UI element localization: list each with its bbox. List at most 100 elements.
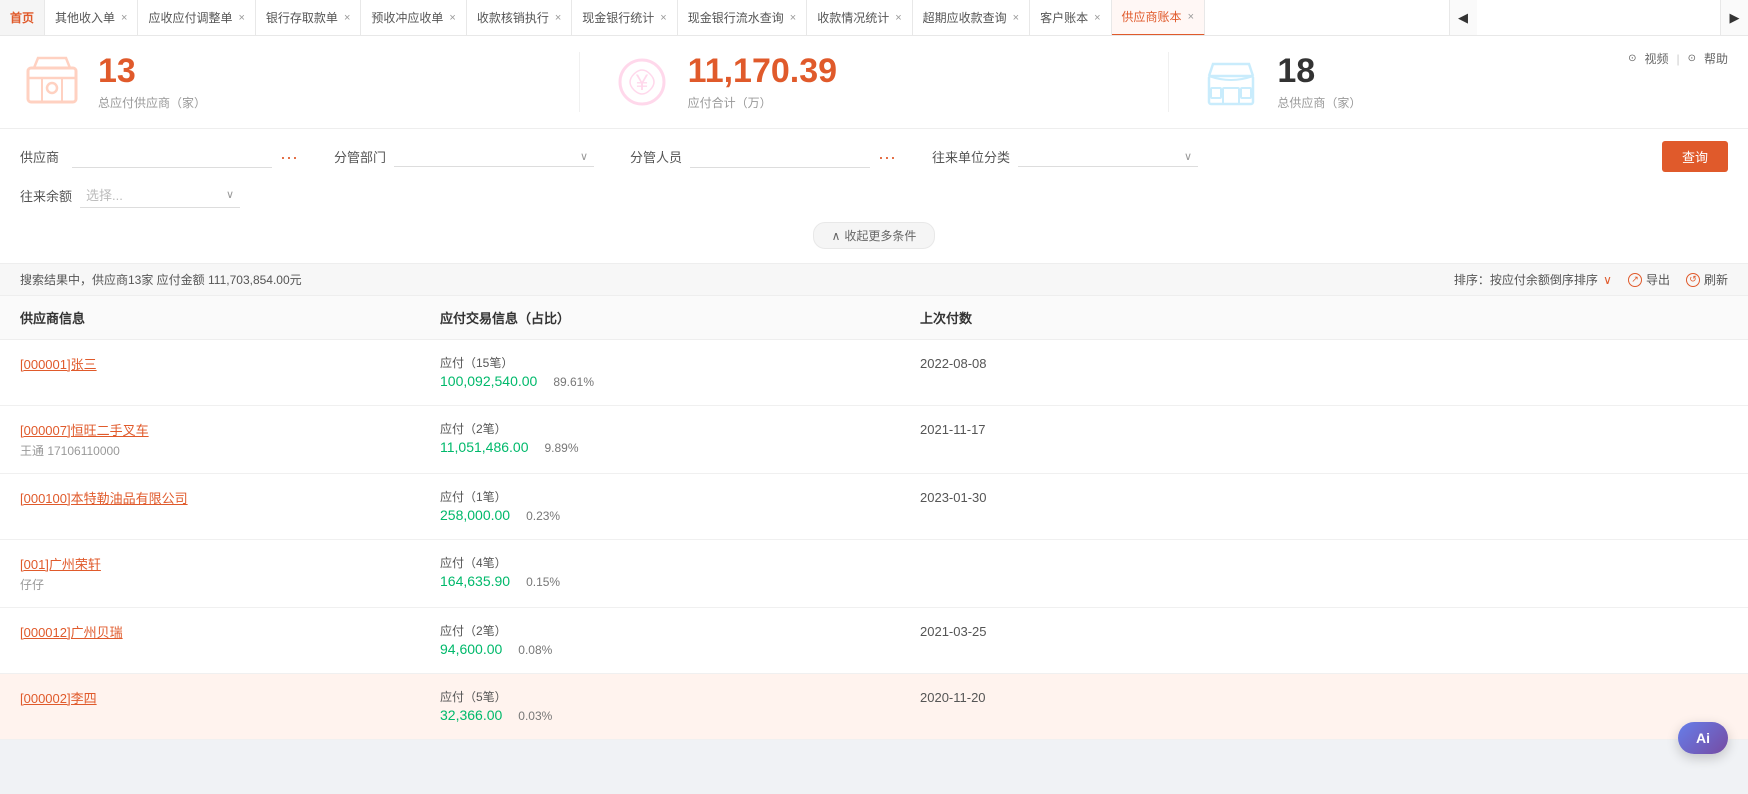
category-select[interactable]: ∨ (1018, 147, 1198, 167)
result-summary: 搜索结果中，供应商13家 应付金额 111,703,854.00元 (20, 271, 302, 288)
tx-amount: 11,051,486.00 (440, 439, 529, 455)
nav-tab-supplier[interactable]: 供应商账本 × (1112, 0, 1205, 36)
person-input[interactable] (690, 146, 870, 168)
supplier-info: [000001]张三 (20, 354, 440, 373)
nav-tab-bank[interactable]: 银行存取款单 × (256, 0, 361, 36)
tx-amount: 100,092,540.00 (440, 373, 537, 389)
person-filter: 分管人员 ··· (630, 146, 896, 168)
balance-placeholder: 选择... (86, 185, 226, 204)
balance-select[interactable]: 选择... ∨ (80, 182, 240, 208)
table-row[interactable]: [000012]广州贝瑞 应付（2笔） 94,600.00 0.08% 2021… (0, 608, 1748, 674)
transaction-info: 应付（4笔） 164,635.90 0.15% (440, 554, 920, 591)
collapse-row: ∧ 收起更多条件 (20, 216, 1728, 259)
nav-tab-home[interactable]: 首页 (0, 0, 45, 36)
supplier-name[interactable]: [000001]张三 (20, 354, 440, 373)
video-link[interactable]: 视频 (1644, 50, 1668, 67)
nav-tab-adjustment[interactable]: 应收应付调整单 × (138, 0, 255, 36)
summary-bar: 13 总应付供应商（家） ¥ 11,170.39 应付合计（万） (0, 36, 1748, 129)
tx-row: 100,092,540.00 89.61% (440, 371, 920, 391)
card2-text: 11,170.39 应付合计（万） (688, 53, 837, 111)
supplier-name[interactable]: [000012]广州贝瑞 (20, 622, 440, 641)
supplier-dots[interactable]: ··· (280, 148, 298, 166)
sort-label: 排序：按应付余额倒序排序 (1454, 273, 1598, 287)
supplier-name[interactable]: [000002]李四 (20, 688, 440, 707)
supplier-info: [000002]李四 (20, 688, 440, 707)
nav-tab-customer[interactable]: 客户账本 × (1030, 0, 1111, 36)
refresh-icon: ↺ (1686, 273, 1700, 287)
table-row[interactable]: [000001]张三 应付（15笔） 100,092,540.00 89.61%… (0, 340, 1748, 406)
nav-tab-prepay[interactable]: 预收冲应收单 × (361, 0, 466, 36)
table-row[interactable]: [000002]李四 应付（5笔） 32,366.00 0.03% 2020-1… (0, 674, 1748, 740)
dept-select[interactable]: ∨ (394, 147, 594, 167)
tx-amount: 32,366.00 (440, 707, 502, 723)
person-dots[interactable]: ··· (878, 148, 896, 166)
supplier-name[interactable]: [000100]本特勒油品有限公司 (20, 488, 440, 507)
ai-label: Ai (1696, 730, 1710, 746)
nav-tab-cash-flow[interactable]: 现金银行流水查询 × (678, 0, 807, 36)
tx-row: 11,051,486.00 9.89% (440, 437, 920, 457)
nav-tab-cash-stats[interactable]: 现金银行统计 × (572, 0, 677, 36)
circle-icon2: ⊙ (1688, 53, 1696, 64)
close-icon[interactable]: × (555, 12, 561, 24)
close-icon[interactable]: × (344, 12, 350, 24)
ai-button[interactable]: Ai (1678, 722, 1728, 754)
supplier-name[interactable]: [001]广州荣轩 (20, 554, 440, 573)
nav-next-button[interactable]: ▶ (1720, 0, 1748, 36)
nav-prev-button[interactable]: ◀ (1449, 0, 1477, 36)
person-label: 分管人员 (630, 147, 682, 166)
refresh-button[interactable]: ↺ 刷新 (1686, 271, 1728, 288)
dept-filter: 分管部门 ∨ (334, 147, 594, 167)
table-body: [000001]张三 应付（15笔） 100,092,540.00 89.61%… (0, 340, 1748, 740)
last-pay: 2020-11-20 (920, 688, 1728, 705)
export-label: 导出 (1646, 271, 1670, 288)
close-icon[interactable]: × (1013, 12, 1019, 24)
collapse-button[interactable]: ∧ 收起更多条件 (813, 222, 936, 249)
nav-tab-collection[interactable]: 收款情况统计 × (807, 0, 912, 36)
close-icon[interactable]: × (790, 12, 796, 24)
dept-label: 分管部门 (334, 147, 386, 166)
transaction-info: 应付（15笔） 100,092,540.00 89.61% (440, 354, 920, 391)
close-icon[interactable]: × (121, 12, 127, 24)
table-header: 供应商信息 应付交易信息（占比） 上次付数 (0, 296, 1748, 340)
close-icon[interactable]: × (1094, 12, 1100, 24)
supplier-info: [001]广州荣轩 仔仔 (20, 554, 440, 593)
close-icon[interactable]: × (238, 12, 244, 24)
tx-percent: 9.89% (545, 441, 579, 455)
export-button[interactable]: ↗ 导出 (1628, 271, 1670, 288)
close-icon[interactable]: × (449, 12, 455, 24)
nav-tab-receipt[interactable]: 收款核销执行 × (467, 0, 572, 36)
tx-amount: 94,600.00 (440, 641, 502, 657)
last-pay: 2021-03-25 (920, 622, 1728, 639)
last-pay: 2023-01-30 (920, 488, 1728, 505)
close-icon[interactable]: × (1188, 11, 1194, 23)
collapse-icon: ∧ (832, 229, 841, 243)
help-link[interactable]: 帮助 (1704, 50, 1728, 67)
supplier-info: [000007]恒旺二手叉车 王通 17106110000 (20, 420, 440, 459)
refresh-label: 刷新 (1704, 271, 1728, 288)
close-icon[interactable]: × (660, 12, 666, 24)
right-actions: 排序：按应付余额倒序排序 ∨ ↗ 导出 ↺ 刷新 (1454, 271, 1728, 288)
tx-amount: 258,000.00 (440, 507, 510, 523)
table-row[interactable]: [000007]恒旺二手叉车 王通 17106110000 应付（2笔） 11,… (0, 406, 1748, 474)
tx-row: 32,366.00 0.03% (440, 705, 920, 725)
close-icon[interactable]: × (895, 12, 901, 24)
supplier-sub: 王通 17106110000 (20, 442, 440, 459)
nav-tab-other-income[interactable]: 其他收入单 × (45, 0, 138, 36)
supplier-name[interactable]: [000007]恒旺二手叉车 (20, 420, 440, 439)
tx-percent: 0.15% (526, 575, 560, 589)
supplier-input[interactable] (72, 146, 272, 168)
supplier-icon (20, 50, 84, 114)
tx-label: 应付（1笔） (440, 488, 920, 505)
circle-icon: ⊙ (1628, 53, 1636, 64)
balance-label: 往来余额 (20, 186, 72, 205)
card1-text: 13 总应付供应商（家） (98, 53, 206, 111)
nav-tab-overdue[interactable]: 超期应收款查询 × (913, 0, 1030, 36)
category-arrow: ∨ (1184, 150, 1192, 163)
tx-percent: 0.08% (518, 643, 552, 657)
category-label: 往来单位分类 (932, 147, 1010, 166)
tx-percent: 0.03% (518, 709, 552, 723)
table-row[interactable]: [000100]本特勒油品有限公司 应付（1笔） 258,000.00 0.23… (0, 474, 1748, 540)
query-button[interactable]: 查询 (1662, 141, 1728, 172)
sort-arrow[interactable]: ∨ (1603, 273, 1612, 287)
table-row[interactable]: [001]广州荣轩 仔仔 应付（4笔） 164,635.90 0.15% (0, 540, 1748, 608)
